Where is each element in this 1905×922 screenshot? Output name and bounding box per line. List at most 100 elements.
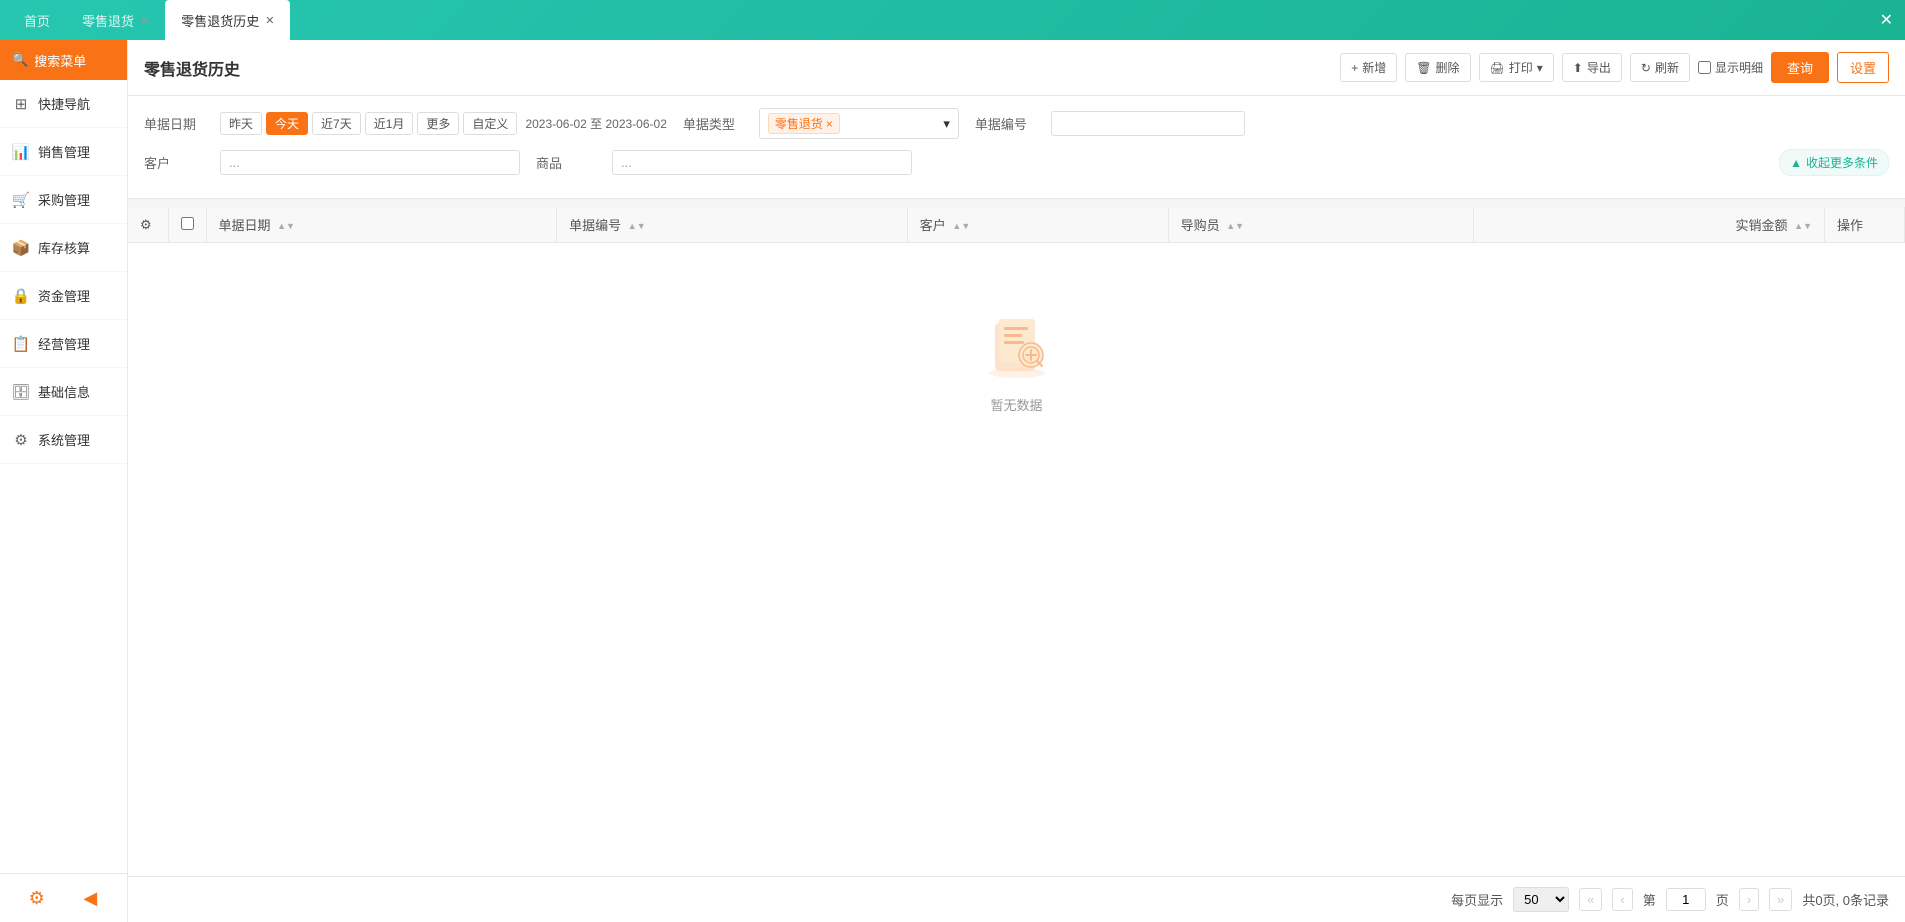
sidebar-item-purchase-mgmt[interactable]: 🛒 采购管理 <box>0 176 127 224</box>
empty-state: 暂无数据 <box>128 243 1905 454</box>
page-suffix: 页 <box>1716 890 1729 909</box>
doc-number-input[interactable] <box>1051 111 1245 136</box>
tab-retail-return-history-close[interactable]: ✕ <box>265 14 274 27</box>
customer-filter-label: 客户 <box>144 153 204 172</box>
sidebar: 🔍 搜索菜单 ⊞ 快捷导航 📊 销售管理 🛒 采购管理 📦 库存核算 🔒 <box>0 40 128 922</box>
operations-icon: 📋 <box>12 335 30 353</box>
doc-type-dropdown-icon: ▾ <box>943 116 950 132</box>
finance-icon: 🔒 <box>12 287 30 305</box>
date-btn-today[interactable]: 今天 <box>266 112 308 135</box>
sidebar-item-label: 基础信息 <box>38 382 90 401</box>
sort-icon-guide: ▲▼ <box>1226 222 1244 231</box>
tab-retail-return[interactable]: 零售退货 ✕ <box>66 0 165 40</box>
page-number-input[interactable] <box>1666 888 1706 911</box>
date-filter-label: 单据日期 <box>144 114 204 133</box>
delete-button[interactable]: 🗑 删除 <box>1405 53 1470 82</box>
content-area: 零售退货历史 + 新增 🗑 删除 🖨 打印 ▾ ⬆ 导出 <box>128 40 1905 922</box>
per-page-select[interactable]: 50 10 20 100 <box>1513 887 1569 912</box>
date-btn-1month[interactable]: 近1月 <box>365 112 414 135</box>
collapse-sidebar-icon[interactable]: ◀ <box>76 884 104 912</box>
app-close-button[interactable]: ✕ <box>1880 10 1893 30</box>
date-range-display: 2023-06-02 至 2023-06-02 <box>525 115 666 132</box>
tab-retail-return-close[interactable]: ✕ <box>140 14 149 27</box>
sidebar-search-label: 搜索菜单 <box>34 51 86 70</box>
sort-icon-amount: ▲▼ <box>1794 222 1812 231</box>
th-gear[interactable]: ⚙ <box>128 207 168 243</box>
goods-select[interactable]: ... <box>612 150 912 175</box>
doc-type-tag-close[interactable]: × <box>826 117 833 131</box>
sort-icon-doc-number: ▲▼ <box>628 222 646 231</box>
add-icon: + <box>1351 61 1358 75</box>
sidebar-item-operations[interactable]: 📋 经营管理 <box>0 320 127 368</box>
tab-list: 首页 零售退货 ✕ 零售退货历史 ✕ <box>8 0 1880 40</box>
date-btn-custom[interactable]: 自定义 <box>463 112 517 135</box>
collapse-filter-button[interactable]: ▲ 收起更多条件 <box>1779 149 1889 176</box>
sidebar-item-label: 系统管理 <box>38 430 90 449</box>
settings-bottom-icon[interactable]: ⚙ <box>23 884 51 912</box>
sidebar-item-finance[interactable]: 🔒 资金管理 <box>0 272 127 320</box>
th-amount[interactable]: 实销金额 ▲▼ <box>1474 207 1825 243</box>
sidebar-item-label: 库存核算 <box>38 238 90 257</box>
customer-select[interactable]: ... <box>220 150 520 175</box>
th-customer[interactable]: 客户 ▲▼ <box>907 207 1168 243</box>
doc-type-select[interactable]: 零售退货 × ▾ <box>759 108 959 139</box>
filter-row-2: 客户 ... 商品 ... ▲ 收起更多条件 <box>144 149 1889 176</box>
goods-filter-label: 商品 <box>536 153 596 172</box>
pagination-bar: 每页显示 50 10 20 100 « ‹ 第 页 › » 共0页, 0条记录 <box>128 876 1905 922</box>
query-button[interactable]: 查询 <box>1771 52 1829 83</box>
top-bar: 首页 零售退货 ✕ 零售退货历史 ✕ ✕ <box>0 0 1905 40</box>
sidebar-item-label: 销售管理 <box>38 142 90 161</box>
per-page-label: 每页显示 <box>1451 890 1503 909</box>
doc-number-label: 单据编号 <box>975 114 1035 133</box>
sidebar-menu: ⊞ 快捷导航 📊 销售管理 🛒 采购管理 📦 库存核算 🔒 资金管理 📋 <box>0 80 127 873</box>
date-btn-7days[interactable]: 近7天 <box>312 112 361 135</box>
first-page-button[interactable]: « <box>1579 888 1602 911</box>
page-label: 第 <box>1643 890 1656 909</box>
sidebar-item-label: 资金管理 <box>38 286 90 305</box>
search-icon: 🔍 <box>12 52 28 68</box>
sidebar-item-system-mgmt[interactable]: ⚙ 系统管理 <box>0 416 127 464</box>
th-operation: 操作 <box>1825 207 1905 243</box>
data-table: ⚙ 单据日期 ▲▼ 单据编号 ▲▼ <box>128 207 1905 243</box>
table-container: ⚙ 单据日期 ▲▼ 单据编号 ▲▼ <box>128 207 1905 876</box>
setting-button[interactable]: 设置 <box>1837 52 1889 83</box>
print-dropdown-icon: ▾ <box>1537 61 1543 75</box>
total-info: 共0页, 0条记录 <box>1802 890 1889 909</box>
th-doc-date[interactable]: 单据日期 ▲▼ <box>206 207 557 243</box>
date-btn-yesterday[interactable]: 昨天 <box>220 112 262 135</box>
sidebar-item-label: 经营管理 <box>38 334 90 353</box>
refresh-icon: ↻ <box>1641 61 1651 75</box>
print-icon: 🖨 <box>1490 61 1505 75</box>
empty-text: 暂无数据 <box>990 395 1042 414</box>
select-all-checkbox[interactable] <box>181 217 194 230</box>
page-header: 零售退货历史 + 新增 🗑 删除 🖨 打印 ▾ ⬆ 导出 <box>128 40 1905 96</box>
last-page-button[interactable]: » <box>1769 888 1792 911</box>
add-button[interactable]: + 新增 <box>1340 53 1397 82</box>
sidebar-search[interactable]: 🔍 搜索菜单 <box>0 40 127 80</box>
doc-type-label: 单据类型 <box>683 114 743 133</box>
th-doc-number[interactable]: 单据编号 ▲▼ <box>557 207 908 243</box>
th-checkbox[interactable] <box>168 207 206 243</box>
show-detail-checkbox-label[interactable]: 显示明细 <box>1698 59 1763 76</box>
th-guide[interactable]: 导购员 ▲▼ <box>1168 207 1474 243</box>
sort-icon-customer: ▲▼ <box>952 222 970 231</box>
prev-page-button[interactable]: ‹ <box>1612 888 1632 911</box>
doc-type-tag: 零售退货 × <box>768 113 840 134</box>
sidebar-item-inventory[interactable]: 📦 库存核算 <box>0 224 127 272</box>
show-detail-checkbox[interactable] <box>1698 61 1711 74</box>
tab-home[interactable]: 首页 <box>8 0 66 40</box>
page-title: 零售退货历史 <box>144 56 240 80</box>
sidebar-item-sales-mgmt[interactable]: 📊 销售管理 <box>0 128 127 176</box>
next-page-button[interactable]: › <box>1739 888 1759 911</box>
refresh-button[interactable]: ↻ 刷新 <box>1630 53 1690 82</box>
main-layout: 🔍 搜索菜单 ⊞ 快捷导航 📊 销售管理 🛒 采购管理 📦 库存核算 🔒 <box>0 40 1905 922</box>
sidebar-item-quick-nav[interactable]: ⊞ 快捷导航 <box>0 80 127 128</box>
tab-retail-return-history[interactable]: 零售退货历史 ✕ <box>165 0 290 40</box>
sort-icon-doc-date: ▲▼ <box>277 222 295 231</box>
date-btn-more[interactable]: 更多 <box>417 112 459 135</box>
filter-area: 单据日期 昨天 今天 近7天 近1月 更多 自定义 2023-06-02 至 2… <box>128 96 1905 199</box>
header-actions: + 新增 🗑 删除 🖨 打印 ▾ ⬆ 导出 ↻ 刷新 <box>1340 52 1889 83</box>
export-button[interactable]: ⬆ 导出 <box>1562 53 1622 82</box>
sidebar-item-basic-info[interactable]: 🗄 基础信息 <box>0 368 127 416</box>
print-button[interactable]: 🖨 打印 ▾ <box>1479 53 1554 82</box>
